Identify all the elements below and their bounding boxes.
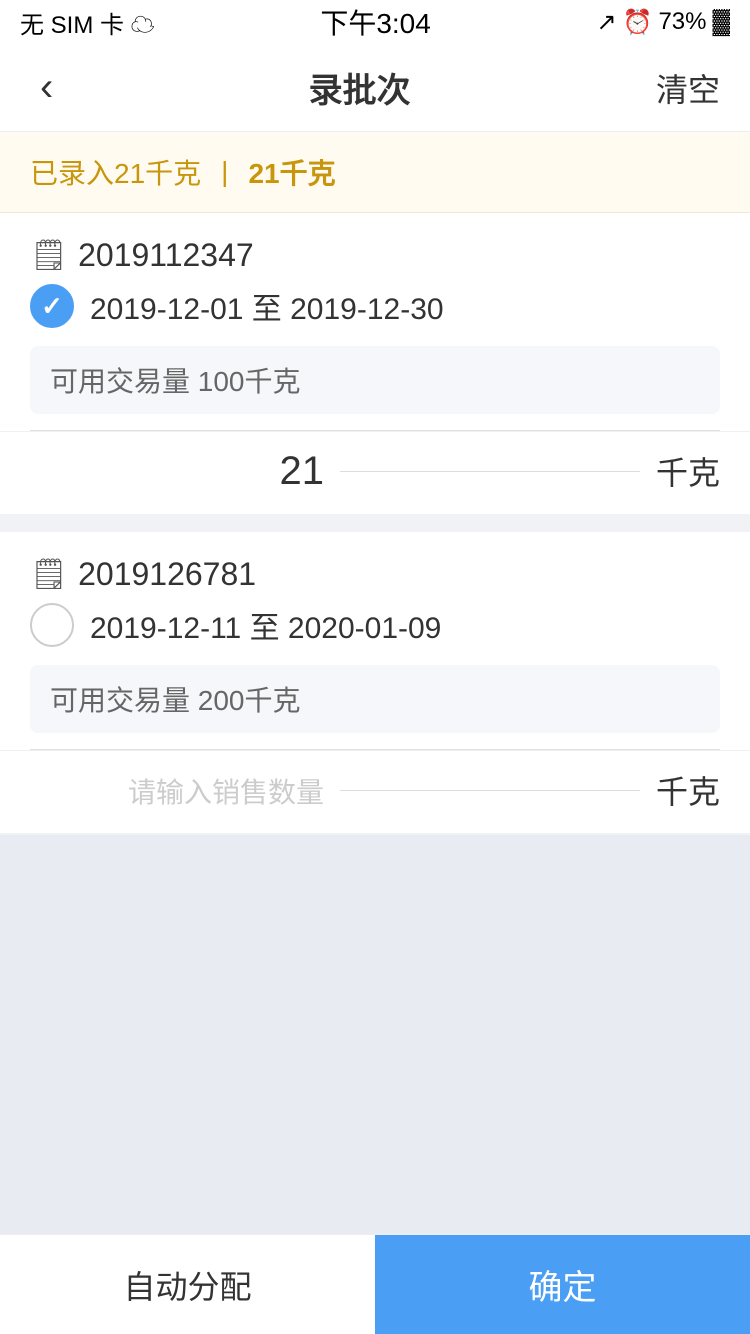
status-left: 无 SIM 卡 ☁ xyxy=(20,5,155,40)
batch-2-quantity-row: 千克 xyxy=(0,750,750,833)
batch-1-date-row[interactable]: 2019-12-01 至 2019-12-30 xyxy=(0,284,750,338)
batch-1-avail: 可用交易量 100千克 xyxy=(30,346,720,414)
location-icon: ↗ xyxy=(596,8,616,37)
empty-area xyxy=(0,835,750,1255)
status-right: ↗ ⏰ 73% ▓ xyxy=(596,8,730,37)
batch-2-unit: 千克 xyxy=(656,767,720,813)
clear-button[interactable]: 清空 xyxy=(656,65,720,111)
batch-1-unit: 千克 xyxy=(656,448,720,494)
batch-2-date-row[interactable]: 2019-12-11 至 2020-01-09 xyxy=(0,603,750,657)
batch-2-icon: 🗒 xyxy=(30,557,68,592)
batch-1-date: 2019-12-01 至 2019-12-30 xyxy=(90,284,444,328)
batch-2-date: 2019-12-11 至 2020-01-09 xyxy=(90,603,441,647)
batch-1-radio[interactable] xyxy=(30,284,74,328)
section-gap xyxy=(0,516,750,532)
status-time: 下午3:04 xyxy=(320,2,431,42)
no-sim-text: 无 SIM 卡 ☁ xyxy=(20,5,155,40)
batch-1-quantity-value: 21 xyxy=(279,449,324,494)
batch-2-radio[interactable] xyxy=(30,603,74,647)
batch-2-avail: 可用交易量 200千克 xyxy=(30,665,720,733)
batch-1-quantity-row: 21 千克 xyxy=(0,431,750,514)
recorded-label: 已录入21千克 xyxy=(30,152,201,192)
alarm-icon: ⏰ xyxy=(623,8,653,37)
auto-distribute-button[interactable]: 自动分配 xyxy=(0,1235,375,1334)
batch-2-header: 🗒 2019126781 xyxy=(0,532,750,603)
content-area: 已录入21千克 | 21千克 🗒 2019112347 2019-12-01 至… xyxy=(0,132,750,1255)
battery-text: 73% xyxy=(658,8,706,36)
batch-item-2: 🗒 2019126781 2019-12-11 至 2020-01-09 可用交… xyxy=(0,532,750,833)
banner-divider: | xyxy=(221,156,228,188)
batch-item-1: 🗒 2019112347 2019-12-01 至 2019-12-30 可用交… xyxy=(0,213,750,514)
total-value: 21千克 xyxy=(248,152,335,192)
page-title: 录批次 xyxy=(309,63,411,112)
nav-bar: ‹ 录批次 清空 xyxy=(0,44,750,132)
battery-icon: ▓ xyxy=(713,8,731,36)
batch-2-id: 2019126781 xyxy=(78,556,256,593)
batch-1-id: 2019112347 xyxy=(78,237,254,274)
batch-2-underline xyxy=(340,790,640,791)
batch-2-quantity-input[interactable] xyxy=(124,769,324,811)
back-button[interactable]: ‹ xyxy=(30,55,63,120)
info-banner: 已录入21千克 | 21千克 xyxy=(0,132,750,213)
batch-1-icon: 🗒 xyxy=(30,238,68,273)
confirm-button[interactable]: 确定 xyxy=(375,1235,750,1334)
batch-1-header: 🗒 2019112347 xyxy=(0,213,750,284)
status-bar: 无 SIM 卡 ☁ 下午3:04 ↗ ⏰ 73% ▓ xyxy=(0,0,750,44)
batch-1-underline xyxy=(340,471,640,472)
bottom-bar: 自动分配 确定 xyxy=(0,1234,750,1334)
